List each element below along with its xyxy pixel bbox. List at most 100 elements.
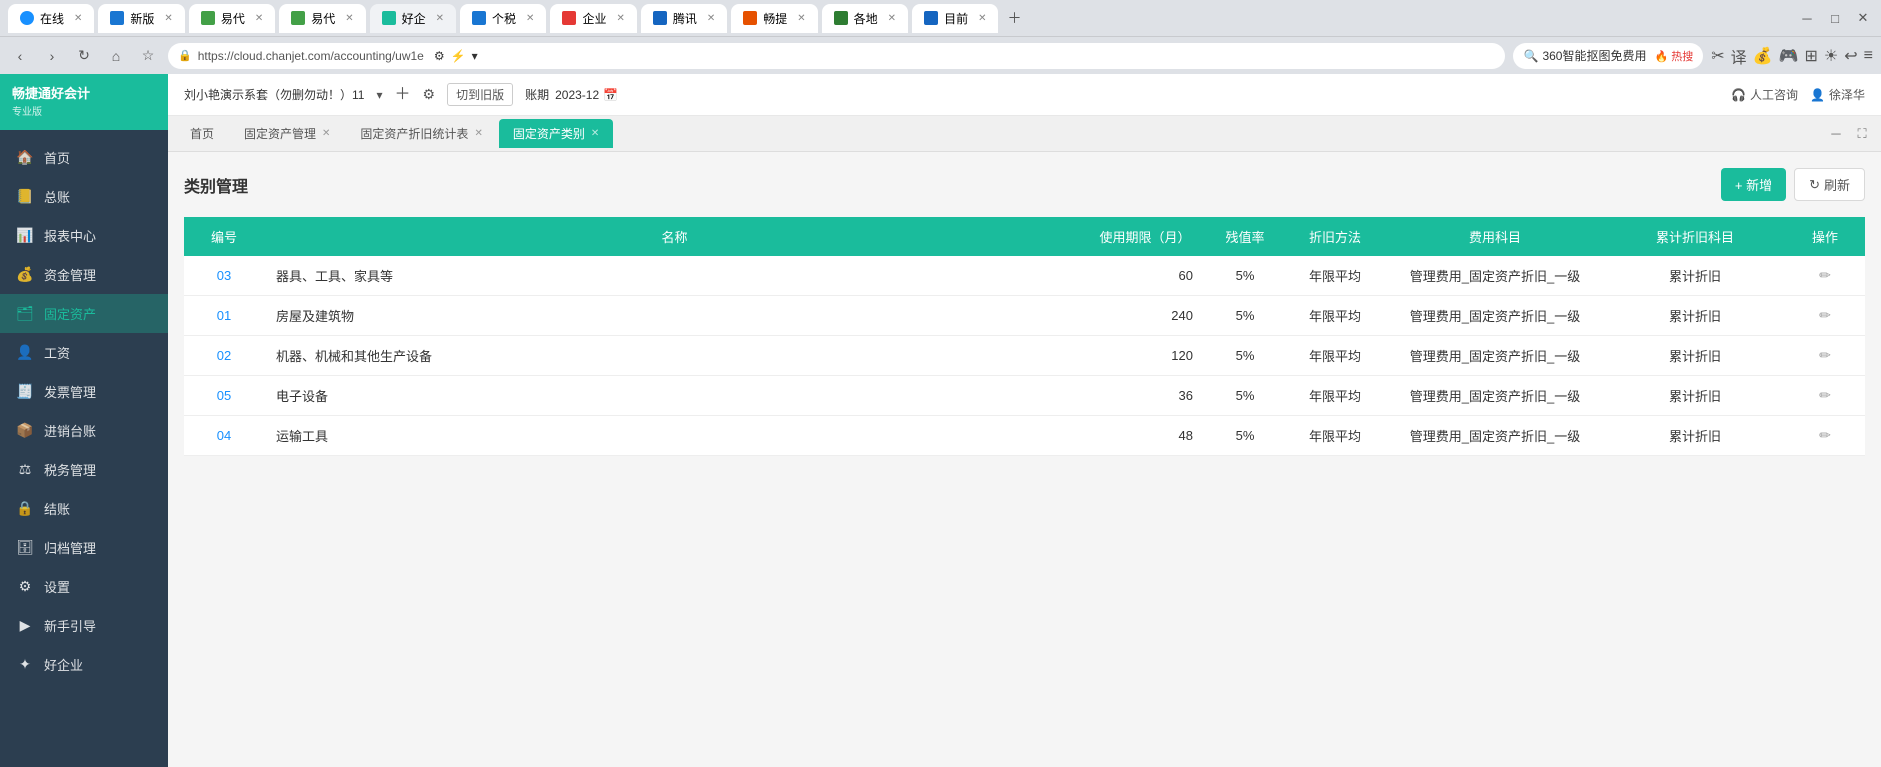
- sidebar-item-reports[interactable]: 📊 报表中心: [0, 216, 168, 255]
- browser-tab-1[interactable]: 在线 ✕: [8, 4, 94, 33]
- salary-icon: 👤: [16, 343, 34, 361]
- sidebar-item-invoice[interactable]: 🧾 发票管理: [0, 372, 168, 411]
- sidebar-item-settings[interactable]: ⚙ 设置: [0, 567, 168, 606]
- add-account-button[interactable]: ＋: [395, 87, 411, 103]
- account-dropdown[interactable]: ▾: [376, 88, 382, 102]
- sidebar-label-reports: 报表中心: [44, 226, 96, 245]
- table-row: 02 机器、机械和其他生产设备 120 5% 年限平均 管理费用_固定资产折旧_…: [184, 336, 1865, 376]
- browser-tab-2[interactable]: 新版 ✕: [98, 4, 184, 33]
- cell-months: 36: [1085, 376, 1205, 416]
- search-bar[interactable]: 🔍 360智能抠图免费用 🔥 热搜: [1513, 43, 1703, 69]
- games-icon[interactable]: 🎮: [1779, 46, 1799, 66]
- cell-method: 年限平均: [1285, 336, 1385, 376]
- browser-tab-10[interactable]: 各地 ✕: [822, 4, 908, 33]
- undo-icon[interactable]: ↩: [1844, 46, 1857, 66]
- window-close[interactable]: ✕: [1853, 8, 1873, 28]
- tab-close-9[interactable]: ✕: [797, 13, 805, 24]
- tab-close-4[interactable]: ✕: [345, 13, 353, 24]
- browser-tab-5[interactable]: 好企 ✕: [370, 4, 456, 33]
- browser-tab-7[interactable]: 企业 ✕: [550, 4, 636, 33]
- tab-close-2[interactable]: ✕: [164, 13, 172, 24]
- sidebar-item-home[interactable]: 🏠 首页: [0, 138, 168, 177]
- tab-home[interactable]: 首页: [176, 119, 228, 148]
- wallet-icon[interactable]: 💰: [1753, 46, 1773, 66]
- sidebar-item-funds[interactable]: 💰 资金管理: [0, 255, 168, 294]
- settings-header-button[interactable]: ⚙: [423, 86, 436, 103]
- settings-icon: ⚙: [16, 577, 34, 595]
- tab-close-asset-mgr[interactable]: ✕: [322, 128, 330, 139]
- sidebar-item-inventory[interactable]: 📦 进销台账: [0, 411, 168, 450]
- sidebar-item-archive[interactable]: 🗄 归档管理: [0, 528, 168, 567]
- tab-close-10[interactable]: ✕: [888, 13, 896, 24]
- browser-tab-3[interactable]: 易代 ✕: [189, 4, 275, 33]
- panel-maximize[interactable]: ⛶: [1851, 123, 1873, 145]
- sidebar-item-more[interactable]: ✦ 好企业: [0, 645, 168, 684]
- tab-close-5[interactable]: ✕: [436, 13, 444, 24]
- edit-icon[interactable]: ✏: [1819, 307, 1831, 323]
- scissors-icon[interactable]: ✂: [1711, 46, 1724, 66]
- refresh-button[interactable]: ↻ 刷新: [1794, 168, 1865, 201]
- grid-icon[interactable]: ⊞: [1805, 46, 1818, 66]
- user-info[interactable]: 👤 徐泽华: [1810, 86, 1865, 103]
- toolbar-icons: ✂ 译 💰 🎮 ⊞ ☀ ↩ ≡: [1711, 44, 1873, 68]
- calendar-icon[interactable]: 📅: [603, 88, 618, 102]
- tab-asset-mgr[interactable]: 固定资产管理 ✕: [230, 119, 344, 148]
- row-id-link[interactable]: 01: [217, 308, 231, 323]
- row-id-link[interactable]: 05: [217, 388, 231, 403]
- tab-depreciation[interactable]: 固定资产折旧统计表 ✕: [346, 119, 496, 148]
- tab-close-category[interactable]: ✕: [591, 128, 599, 139]
- window-minimize[interactable]: －: [1797, 8, 1817, 28]
- row-id-link[interactable]: 03: [217, 268, 231, 283]
- edit-icon[interactable]: ✏: [1819, 427, 1831, 443]
- address-bar[interactable]: 🔒 https://cloud.chanjet.com/accounting/u…: [168, 43, 1505, 69]
- period-label: 账期 2023-12 📅: [525, 86, 618, 103]
- tab-close-11[interactable]: ✕: [978, 13, 986, 24]
- col-action: 操作: [1785, 217, 1865, 256]
- reload-button[interactable]: ↻: [72, 44, 96, 68]
- browser-tab-11[interactable]: 目前 ✕: [912, 4, 998, 33]
- tab-close-7[interactable]: ✕: [616, 13, 624, 24]
- logo-name: 畅捷通好会计: [12, 86, 90, 103]
- browser-tab-6[interactable]: 个税 ✕: [460, 4, 546, 33]
- sidebar-item-ledger[interactable]: 📒 总账: [0, 177, 168, 216]
- bookmark-button[interactable]: ☆: [136, 44, 160, 68]
- browser-tab-4[interactable]: 易代 ✕: [279, 4, 365, 33]
- tab-close-depreciation[interactable]: ✕: [474, 128, 482, 139]
- switch-version-button[interactable]: 切到旧版: [447, 83, 513, 106]
- sidebar-item-salary[interactable]: 👤 工资: [0, 333, 168, 372]
- menu-icon[interactable]: ≡: [1864, 47, 1873, 65]
- cell-residual: 5%: [1205, 416, 1285, 456]
- add-button[interactable]: + 新增: [1721, 168, 1786, 201]
- window-maximize[interactable]: □: [1825, 8, 1845, 28]
- col-method: 折旧方法: [1285, 217, 1385, 256]
- consult-button[interactable]: 🎧 人工咨询: [1731, 86, 1798, 103]
- forward-button[interactable]: ›: [40, 44, 64, 68]
- sidebar-item-tax[interactable]: ⚖ 税务管理: [0, 450, 168, 489]
- tab-category[interactable]: 固定资产类别 ✕: [499, 119, 613, 148]
- browser-tab-8[interactable]: 腾讯 ✕: [641, 4, 727, 33]
- sidebar-item-guide[interactable]: ▶ 新手引导: [0, 606, 168, 645]
- tab-close-3[interactable]: ✕: [255, 13, 263, 24]
- cell-accum: 累计折旧: [1605, 256, 1785, 296]
- panel-minimize[interactable]: －: [1825, 123, 1847, 145]
- tab-close-6[interactable]: ✕: [526, 13, 534, 24]
- tab-close-1[interactable]: ✕: [74, 13, 82, 24]
- sidebar-item-closing[interactable]: 🔒 结账: [0, 489, 168, 528]
- edit-icon[interactable]: ✏: [1819, 347, 1831, 363]
- translate-icon[interactable]: 译: [1731, 44, 1747, 68]
- sidebar-label-invoice: 发票管理: [44, 382, 96, 401]
- table-row: 01 房屋及建筑物 240 5% 年限平均 管理费用_固定资产折旧_一级 累计折…: [184, 296, 1865, 336]
- home-button[interactable]: ⌂: [104, 44, 128, 68]
- back-button[interactable]: ‹: [8, 44, 32, 68]
- lightning-icon: ⚡: [451, 49, 466, 63]
- sidebar-nav: 🏠 首页 📒 总账 📊 报表中心 💰 资金管理 🗂 固定资产 👤 工资: [0, 130, 168, 767]
- tab-close-8[interactable]: ✕: [707, 13, 715, 24]
- row-id-link[interactable]: 02: [217, 348, 231, 363]
- sidebar-item-assets[interactable]: 🗂 固定资产: [0, 294, 168, 333]
- brightness-icon[interactable]: ☀: [1824, 46, 1838, 66]
- edit-icon[interactable]: ✏: [1819, 387, 1831, 403]
- browser-tab-9[interactable]: 畅提 ✕: [731, 4, 817, 33]
- new-tab-button[interactable]: ＋: [1002, 6, 1026, 30]
- row-id-link[interactable]: 04: [217, 428, 231, 443]
- edit-icon[interactable]: ✏: [1819, 267, 1831, 283]
